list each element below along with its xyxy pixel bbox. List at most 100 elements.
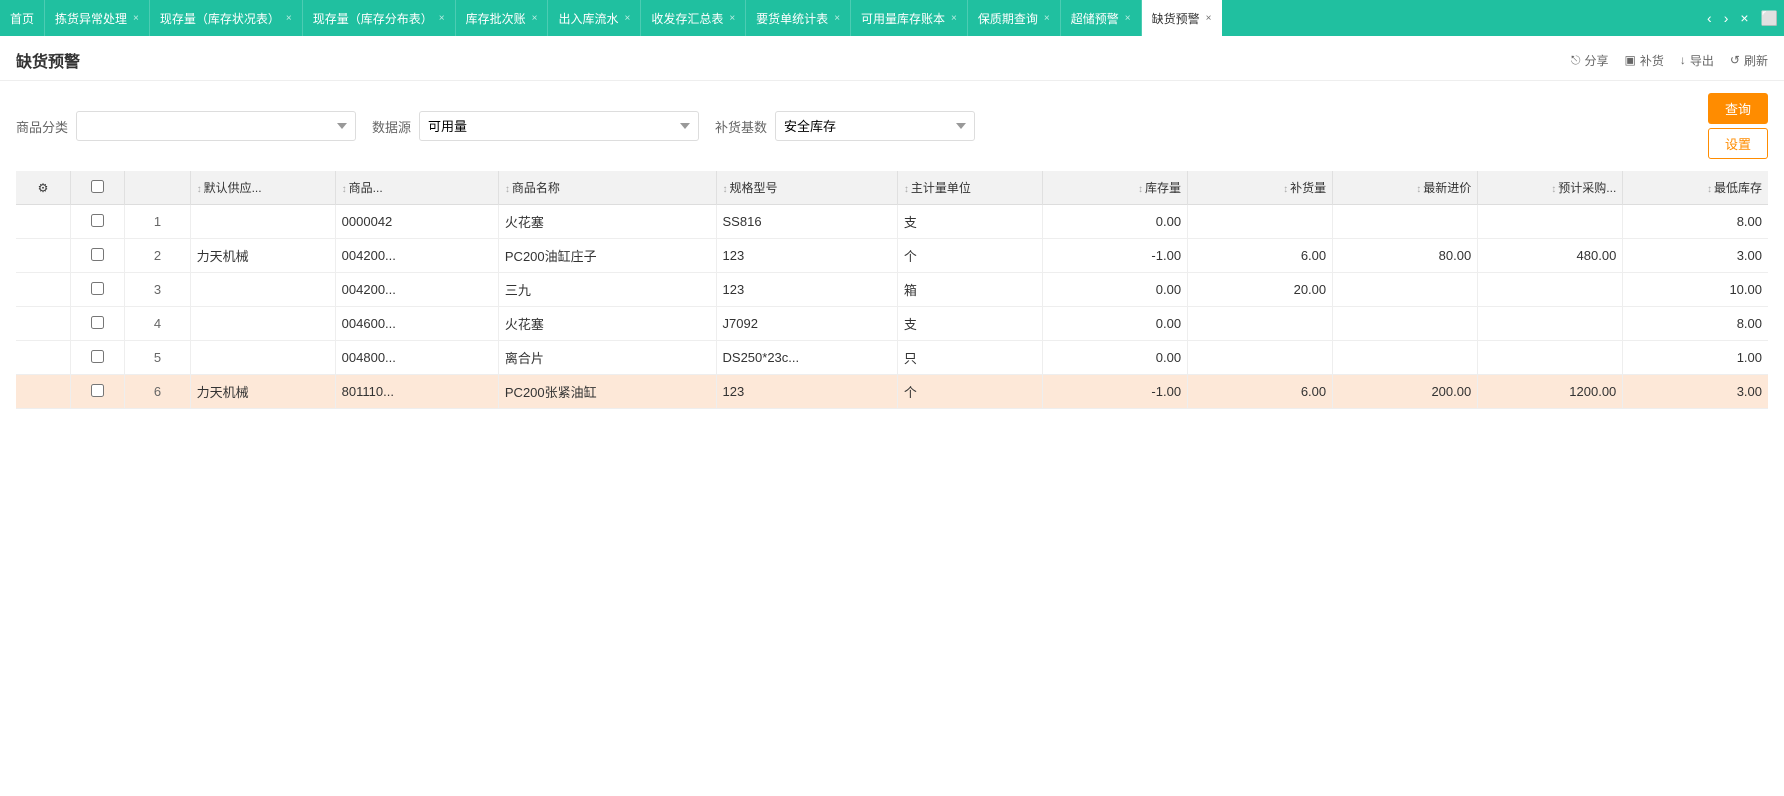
replenish-base-filter-group: 补货基数 安全库存 [715, 111, 975, 141]
tab-inventory-status[interactable]: 现存量（库存状况表） × [150, 0, 303, 36]
row-num-4: 5 [125, 341, 190, 375]
row-unit-4: 只 [897, 341, 1042, 375]
row-check-2[interactable] [70, 273, 124, 307]
row-num-2: 3 [125, 273, 190, 307]
row-check-0[interactable] [70, 205, 124, 239]
col-header-forecast[interactable]: ↕预计采购... [1478, 171, 1623, 205]
replenish-base-label: 补货基数 [715, 117, 767, 136]
row-check-4[interactable] [70, 341, 124, 375]
tab-inout[interactable]: 出入库流水 × [548, 0, 641, 36]
export-label: 导出 [1690, 52, 1714, 69]
share-action[interactable]: ⎋ 分享 [1571, 52, 1609, 69]
tab-prev-btn[interactable]: ‹ [1701, 0, 1718, 36]
row-checkbox-4[interactable] [91, 350, 104, 363]
close-icon-shortage[interactable]: × [1206, 13, 1212, 24]
row-check-1[interactable] [70, 239, 124, 273]
close-icon-summary[interactable]: × [729, 13, 735, 24]
tab-home[interactable]: 首页 [0, 0, 45, 36]
row-unit-2: 箱 [897, 273, 1042, 307]
tab-shortage[interactable]: 缺货预警 × [1142, 0, 1223, 36]
row-check-5[interactable] [70, 375, 124, 409]
row-checkbox-1[interactable] [91, 248, 104, 261]
tab-next-btn[interactable]: › [1718, 0, 1735, 36]
col-header-supplier[interactable]: ↕默认供应... [190, 171, 335, 205]
table-row: 4 004600... 火花塞 J7092 支 0.00 8.00 [16, 307, 1768, 341]
table-row: 1 0000042 火花塞 SS816 支 0.00 8.00 [16, 205, 1768, 239]
query-button[interactable]: 查询 [1708, 93, 1768, 124]
close-icon-demand[interactable]: × [834, 13, 840, 24]
replenish-action[interactable]: ▣ 补货 [1625, 52, 1664, 69]
tab-inventory-dist[interactable]: 现存量（库存分布表） × [303, 0, 456, 36]
close-icon-inout[interactable]: × [624, 13, 630, 24]
row-supplier-0 [190, 205, 335, 239]
data-table: ⚙ ↕默认供应... ↕商品... ↕商品名称 [16, 171, 1768, 409]
row-checkbox-2[interactable] [91, 282, 104, 295]
col-header-name[interactable]: ↕商品名称 [498, 171, 716, 205]
row-code-0: 0000042 [335, 205, 498, 239]
table-row: 2 力天机械 004200... PC200油缸庄子 123 个 -1.00 6… [16, 239, 1768, 273]
col-header-replenish[interactable]: ↕补货量 [1188, 171, 1333, 205]
table-container: ⚙ ↕默认供应... ↕商品... ↕商品名称 [0, 171, 1784, 425]
row-name-2: 三九 [498, 273, 716, 307]
close-icon-available[interactable]: × [951, 13, 957, 24]
tab-label-shortage: 缺货预警 [1152, 10, 1200, 27]
col-header-code[interactable]: ↕商品... [335, 171, 498, 205]
share-label: 分享 [1585, 52, 1609, 69]
row-replenish-4 [1188, 341, 1333, 375]
row-stock-4: 0.00 [1042, 341, 1187, 375]
col-header-minstock[interactable]: ↕最低库存 [1623, 171, 1768, 205]
col-label-forecast: 预计采购... [1558, 181, 1616, 195]
close-icon-expiry[interactable]: × [1044, 13, 1050, 24]
row-forecast-2 [1478, 273, 1623, 307]
select-all-checkbox[interactable] [91, 180, 104, 193]
tab-overstock[interactable]: 超储预警 × [1061, 0, 1142, 36]
header-actions: ⎋ 分享 ▣ 补货 ↓ 导出 ↺ 刷新 [1571, 52, 1768, 69]
row-price-4 [1333, 341, 1478, 375]
row-name-4: 离合片 [498, 341, 716, 375]
row-name-3: 火花塞 [498, 307, 716, 341]
tab-close-btn[interactable]: × [1734, 0, 1754, 36]
row-checkbox-0[interactable] [91, 214, 104, 227]
col-header-unit[interactable]: ↕主计量单位 [897, 171, 1042, 205]
row-spec-0: SS816 [716, 205, 897, 239]
row-checkbox-3[interactable] [91, 316, 104, 329]
row-settings-0 [16, 205, 70, 239]
tab-label-demand: 要货单统计表 [756, 10, 828, 27]
row-settings-1 [16, 239, 70, 273]
settings-button[interactable]: 设置 [1708, 128, 1768, 159]
close-icon-batch[interactable]: × [532, 13, 538, 24]
category-select[interactable] [76, 111, 356, 141]
datasource-select[interactable]: 可用量 [419, 111, 699, 141]
row-replenish-3 [1188, 307, 1333, 341]
close-icon-inventory-dist[interactable]: × [439, 13, 445, 24]
row-check-3[interactable] [70, 307, 124, 341]
row-checkbox-5[interactable] [91, 384, 104, 397]
export-action[interactable]: ↓ 导出 [1680, 52, 1714, 69]
col-header-check[interactable] [70, 171, 124, 205]
row-code-4: 004800... [335, 341, 498, 375]
tab-available[interactable]: 可用量库存账本 × [851, 0, 968, 36]
refresh-action[interactable]: ↺ 刷新 [1730, 52, 1768, 69]
tab-picking[interactable]: 拣货异常处理 × [45, 0, 150, 36]
tab-batch[interactable]: 库存批次账 × [456, 0, 549, 36]
col-header-spec[interactable]: ↕规格型号 [716, 171, 897, 205]
row-unit-1: 个 [897, 239, 1042, 273]
tab-summary[interactable]: 收发存汇总表 × [641, 0, 746, 36]
table-row: 6 力天机械 801110... PC200张紧油缸 123 个 -1.00 6… [16, 375, 1768, 409]
close-icon-picking[interactable]: × [133, 13, 139, 24]
tab-demand[interactable]: 要货单统计表 × [746, 0, 851, 36]
col-header-stock[interactable]: ↕库存量 [1042, 171, 1187, 205]
row-forecast-1: 480.00 [1478, 239, 1623, 273]
tab-maximize-btn[interactable]: ⬜ [1755, 0, 1784, 36]
row-settings-2 [16, 273, 70, 307]
row-supplier-2 [190, 273, 335, 307]
col-header-price[interactable]: ↕最新进价 [1333, 171, 1478, 205]
close-icon-inventory-status[interactable]: × [286, 13, 292, 24]
replenish-base-select[interactable]: 安全库存 [775, 111, 975, 141]
col-label-minstock: 最低库存 [1714, 181, 1762, 195]
tab-expiry[interactable]: 保质期查询 × [968, 0, 1061, 36]
close-icon-overstock[interactable]: × [1125, 13, 1131, 24]
col-header-settings[interactable]: ⚙ [16, 171, 70, 205]
gear-icon[interactable]: ⚙ [22, 181, 64, 195]
row-minstock-5: 3.00 [1623, 375, 1768, 409]
